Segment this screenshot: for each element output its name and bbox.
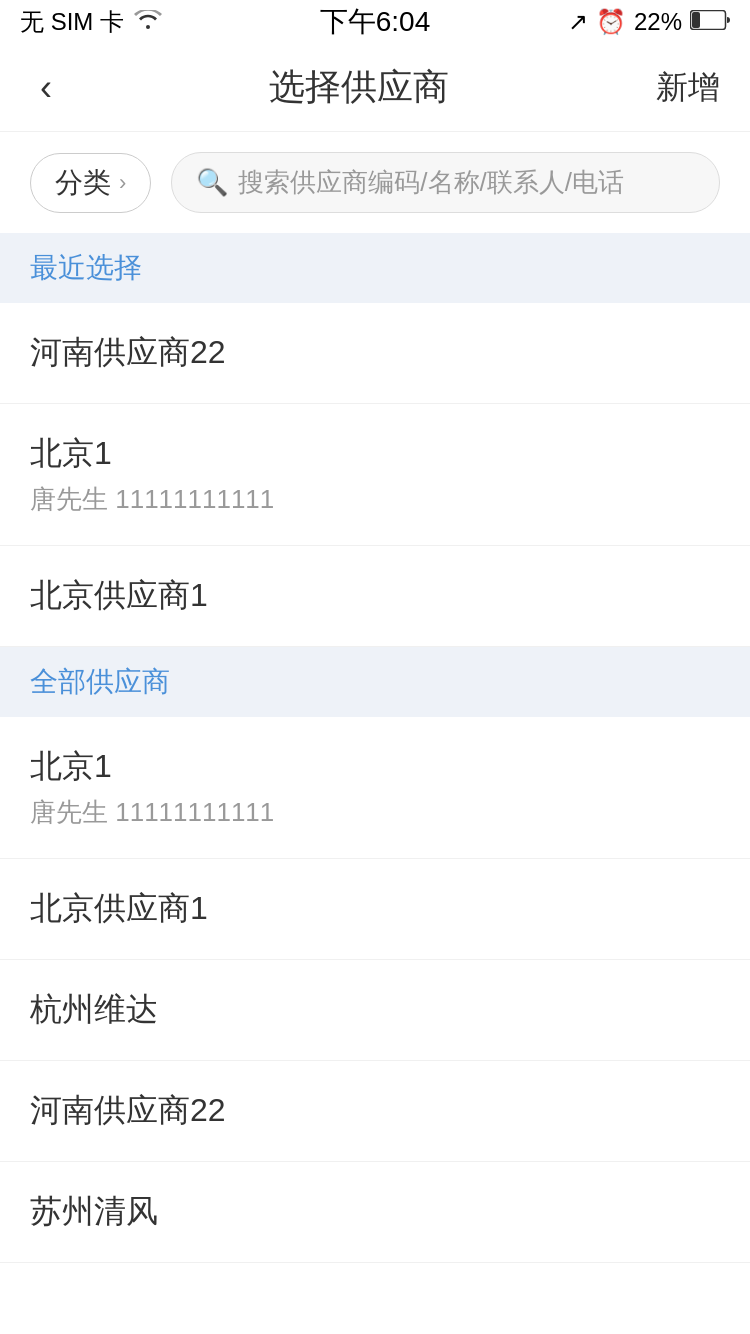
search-placeholder: 搜索供应商编码/名称/联系人/电话 xyxy=(238,165,624,200)
list-item[interactable]: 河南供应商22 xyxy=(0,1061,750,1162)
item-name: 杭州维达 xyxy=(30,988,720,1032)
category-button[interactable]: 分类 › xyxy=(30,153,151,213)
search-icon: 🔍 xyxy=(196,167,228,198)
list-item[interactable]: 北京1 唐先生 11111111111 xyxy=(0,404,750,546)
carrier-label: 无 SIM 卡 xyxy=(20,6,124,38)
status-right: ↗ ⏰ 22% xyxy=(568,8,730,36)
item-name: 河南供应商22 xyxy=(30,331,720,375)
battery-label: 22% xyxy=(634,8,682,36)
item-subtitle: 唐先生 11111111111 xyxy=(30,482,720,517)
svg-rect-1 xyxy=(692,12,700,28)
status-left: 无 SIM 卡 xyxy=(20,6,162,38)
add-button[interactable]: 新增 xyxy=(656,66,720,110)
list-item[interactable]: 苏州清风 xyxy=(0,1162,750,1263)
item-subtitle: 唐先生 11111111111 xyxy=(30,795,720,830)
list-item[interactable]: 北京供应商1 xyxy=(0,859,750,960)
filter-bar: 分类 › 🔍 搜索供应商编码/名称/联系人/电话 xyxy=(0,132,750,233)
section-header-recent: 最近选择 xyxy=(0,233,750,303)
page-title: 选择供应商 xyxy=(269,63,449,112)
list-item[interactable]: 北京1 唐先生 11111111111 xyxy=(0,717,750,859)
location-icon: ↗ xyxy=(568,8,588,36)
list-item[interactable]: 河南供应商22 xyxy=(0,303,750,404)
alarm-icon: ⏰ xyxy=(596,8,626,36)
list-item[interactable]: 北京供应商1 xyxy=(0,546,750,647)
list-item[interactable]: 杭州维达 xyxy=(0,960,750,1061)
section-header-all: 全部供应商 xyxy=(0,647,750,717)
item-name: 河南供应商22 xyxy=(30,1089,720,1133)
chevron-right-icon: › xyxy=(119,170,126,196)
status-bar: 无 SIM 卡 下午6:04 ↗ ⏰ 22% xyxy=(0,0,750,44)
wifi-icon xyxy=(134,8,162,36)
search-input[interactable]: 🔍 搜索供应商编码/名称/联系人/电话 xyxy=(171,152,720,213)
category-label: 分类 xyxy=(55,164,111,202)
item-name: 北京供应商1 xyxy=(30,887,720,931)
item-name: 北京1 xyxy=(30,745,720,789)
nav-bar: ‹ 选择供应商 新增 xyxy=(0,44,750,132)
battery-icon xyxy=(690,8,730,36)
supplier-list: 最近选择河南供应商22 北京1 唐先生 11111111111 北京供应商1 全部供应商… xyxy=(0,233,750,1263)
status-time: 下午6:04 xyxy=(320,3,431,41)
item-name: 北京供应商1 xyxy=(30,574,720,618)
back-button[interactable]: ‹ xyxy=(30,57,62,119)
item-name: 北京1 xyxy=(30,432,720,476)
item-name: 苏州清风 xyxy=(30,1190,720,1234)
